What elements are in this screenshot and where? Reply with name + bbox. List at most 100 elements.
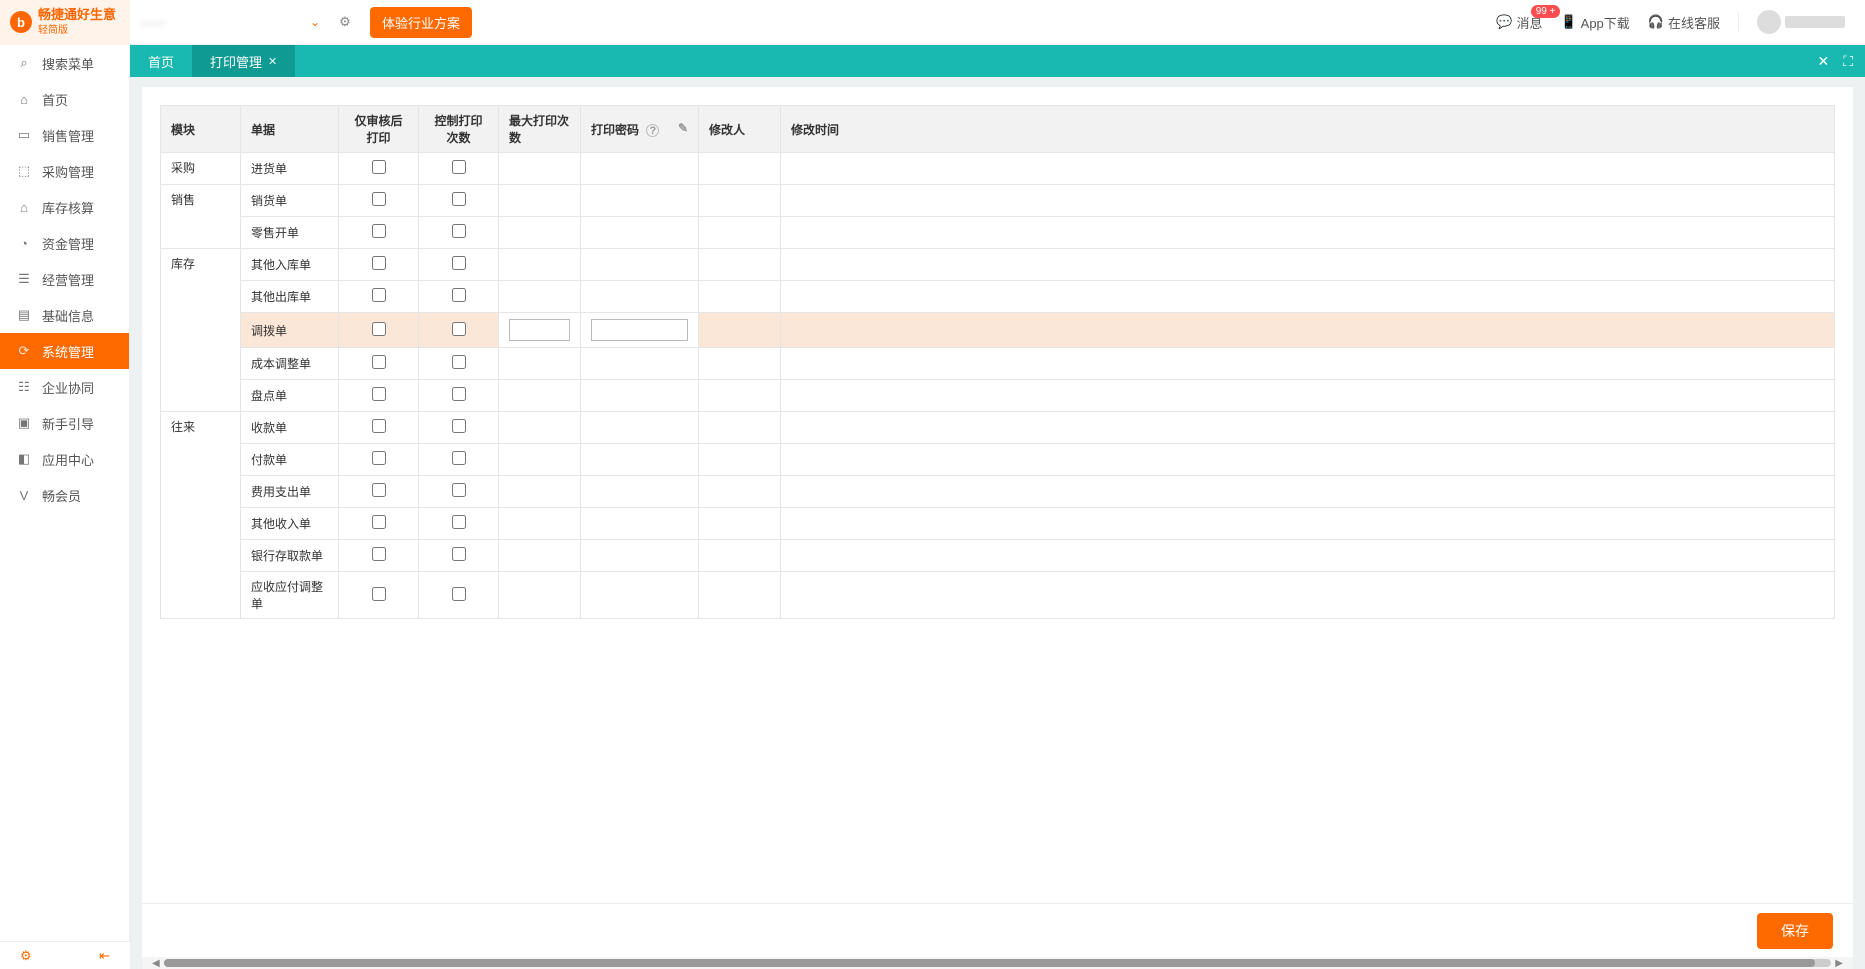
max-cell: [499, 572, 581, 619]
audit-checkbox[interactable]: [372, 387, 386, 401]
chevron-down-icon: ⌄: [310, 15, 320, 29]
ctrl-cell: [419, 348, 499, 380]
settings-icon[interactable]: ⚙: [20, 948, 32, 964]
tab-print-manage[interactable]: 打印管理 ✕: [192, 45, 295, 77]
sidebar-item-3[interactable]: ⬚采购管理: [0, 153, 129, 189]
table-header-row: 模块 单据 仅审核后打印 控制打印次数 最大打印次数 打印密码 ? ✎ 修改人 …: [161, 106, 1835, 153]
sidebar-item-4[interactable]: ⌂库存核算: [0, 189, 129, 225]
pwd-cell[interactable]: [581, 313, 699, 348]
ctrl-checkbox[interactable]: [452, 419, 466, 433]
ctrl-checkbox[interactable]: [452, 355, 466, 369]
service-label: 在线客服: [1668, 13, 1720, 32]
audit-checkbox[interactable]: [372, 587, 386, 601]
sidebar-item-0[interactable]: ⌕搜索菜单: [0, 45, 129, 81]
sidebar-item-11[interactable]: ◧应用中心: [0, 441, 129, 477]
gear-icon[interactable]: ⚙: [330, 14, 360, 30]
ctrl-checkbox[interactable]: [452, 483, 466, 497]
sidebar-item-6[interactable]: ☰经营管理: [0, 261, 129, 297]
pwd-cell: [581, 572, 699, 619]
pwd-cell: [581, 444, 699, 476]
ctrl-checkbox[interactable]: [452, 192, 466, 206]
audit-checkbox[interactable]: [372, 322, 386, 336]
close-icon[interactable]: ✕: [268, 55, 277, 68]
logo-icon: b: [10, 11, 32, 33]
sidebar-item-icon: ⌕: [16, 55, 32, 71]
col-ctrl: 控制打印次数: [419, 106, 499, 153]
sidebar-item-9[interactable]: ☷企业协同: [0, 369, 129, 405]
horizontal-scrollbar[interactable]: ◀ ▶: [142, 957, 1853, 969]
scroll-right-icon[interactable]: ▶: [1831, 958, 1847, 969]
audit-checkbox[interactable]: [372, 288, 386, 302]
help-icon[interactable]: ?: [646, 124, 659, 137]
doc-cell: 其他收入单: [241, 508, 339, 540]
table-row: 调拨单: [161, 313, 1835, 348]
audit-checkbox[interactable]: [372, 547, 386, 561]
audit-checkbox[interactable]: [372, 355, 386, 369]
doc-cell: 销货单: [241, 185, 339, 217]
sidebar-item-8[interactable]: ⟳系统管理: [0, 333, 129, 369]
ctrl-checkbox[interactable]: [452, 387, 466, 401]
audit-cell: [339, 313, 419, 348]
save-button[interactable]: 保存: [1757, 913, 1833, 949]
audit-checkbox[interactable]: [372, 451, 386, 465]
audit-cell: [339, 281, 419, 313]
audit-checkbox[interactable]: [372, 515, 386, 529]
ctrl-cell: [419, 572, 499, 619]
sidebar-item-icon: ☰: [16, 271, 32, 287]
sidebar-item-icon: ▣: [16, 415, 32, 431]
audit-checkbox[interactable]: [372, 256, 386, 270]
modtime-cell: [781, 444, 1835, 476]
sidebar-item-5[interactable]: ◔资金管理: [0, 225, 129, 261]
sidebar-item-icon: ◔: [16, 236, 32, 251]
sidebar-item-12[interactable]: V畅会员: [0, 477, 129, 513]
col-pwd-label: 打印密码: [591, 123, 639, 137]
edit-icon[interactable]: ✎: [678, 121, 688, 135]
user-menu[interactable]: [1757, 10, 1845, 34]
scroll-left-icon[interactable]: ◀: [148, 958, 164, 969]
audit-checkbox[interactable]: [372, 419, 386, 433]
ctrl-checkbox[interactable]: [452, 160, 466, 174]
promo-button[interactable]: 体验行业方案: [370, 7, 472, 38]
sidebar-item-10[interactable]: ▣新手引导: [0, 405, 129, 441]
modifier-cell: [699, 380, 781, 412]
sidebar-footer: ⚙ ⇤: [0, 941, 130, 969]
ctrl-checkbox[interactable]: [452, 322, 466, 336]
tenant-selector[interactable]: —— ⌄: [130, 15, 330, 30]
audit-checkbox[interactable]: [372, 160, 386, 174]
pwd-cell: [581, 185, 699, 217]
sidebar-item-1[interactable]: ⌂首页: [0, 81, 129, 117]
close-all-icon[interactable]: ✕: [1817, 53, 1829, 70]
scroll-track[interactable]: [164, 959, 1832, 967]
username: [1785, 16, 1845, 28]
messages-link[interactable]: 💬 消息 99 +: [1496, 13, 1542, 32]
tab-home[interactable]: 首页: [130, 45, 192, 77]
online-service-link[interactable]: 🎧 在线客服: [1648, 13, 1720, 32]
doc-cell: 成本调整单: [241, 348, 339, 380]
ctrl-cell: [419, 508, 499, 540]
doc-cell: 调拨单: [241, 313, 339, 348]
ctrl-checkbox[interactable]: [452, 451, 466, 465]
app-download-link[interactable]: 📱 App下载: [1560, 13, 1629, 32]
modtime-cell: [781, 153, 1835, 185]
ctrl-checkbox[interactable]: [452, 256, 466, 270]
collapse-icon[interactable]: ⇤: [99, 948, 110, 964]
audit-cell: [339, 249, 419, 281]
max-cell[interactable]: [499, 313, 581, 348]
fullscreen-icon[interactable]: ⛶: [1843, 53, 1853, 70]
ctrl-checkbox[interactable]: [452, 288, 466, 302]
sidebar-item-2[interactable]: ▭销售管理: [0, 117, 129, 153]
ctrl-checkbox[interactable]: [452, 515, 466, 529]
col-pwd: 打印密码 ? ✎: [581, 106, 699, 153]
table-row: 其他收入单: [161, 508, 1835, 540]
scroll-thumb[interactable]: [164, 959, 1815, 967]
audit-checkbox[interactable]: [372, 192, 386, 206]
ctrl-checkbox[interactable]: [452, 224, 466, 238]
ctrl-checkbox[interactable]: [452, 547, 466, 561]
sidebar-item-label: 企业协同: [42, 378, 94, 397]
ctrl-checkbox[interactable]: [452, 587, 466, 601]
sidebar-item-7[interactable]: ▤基础信息: [0, 297, 129, 333]
audit-checkbox[interactable]: [372, 483, 386, 497]
module-cell: 库存: [161, 249, 241, 412]
logo-sub: 轻简版: [38, 21, 116, 36]
audit-checkbox[interactable]: [372, 224, 386, 238]
